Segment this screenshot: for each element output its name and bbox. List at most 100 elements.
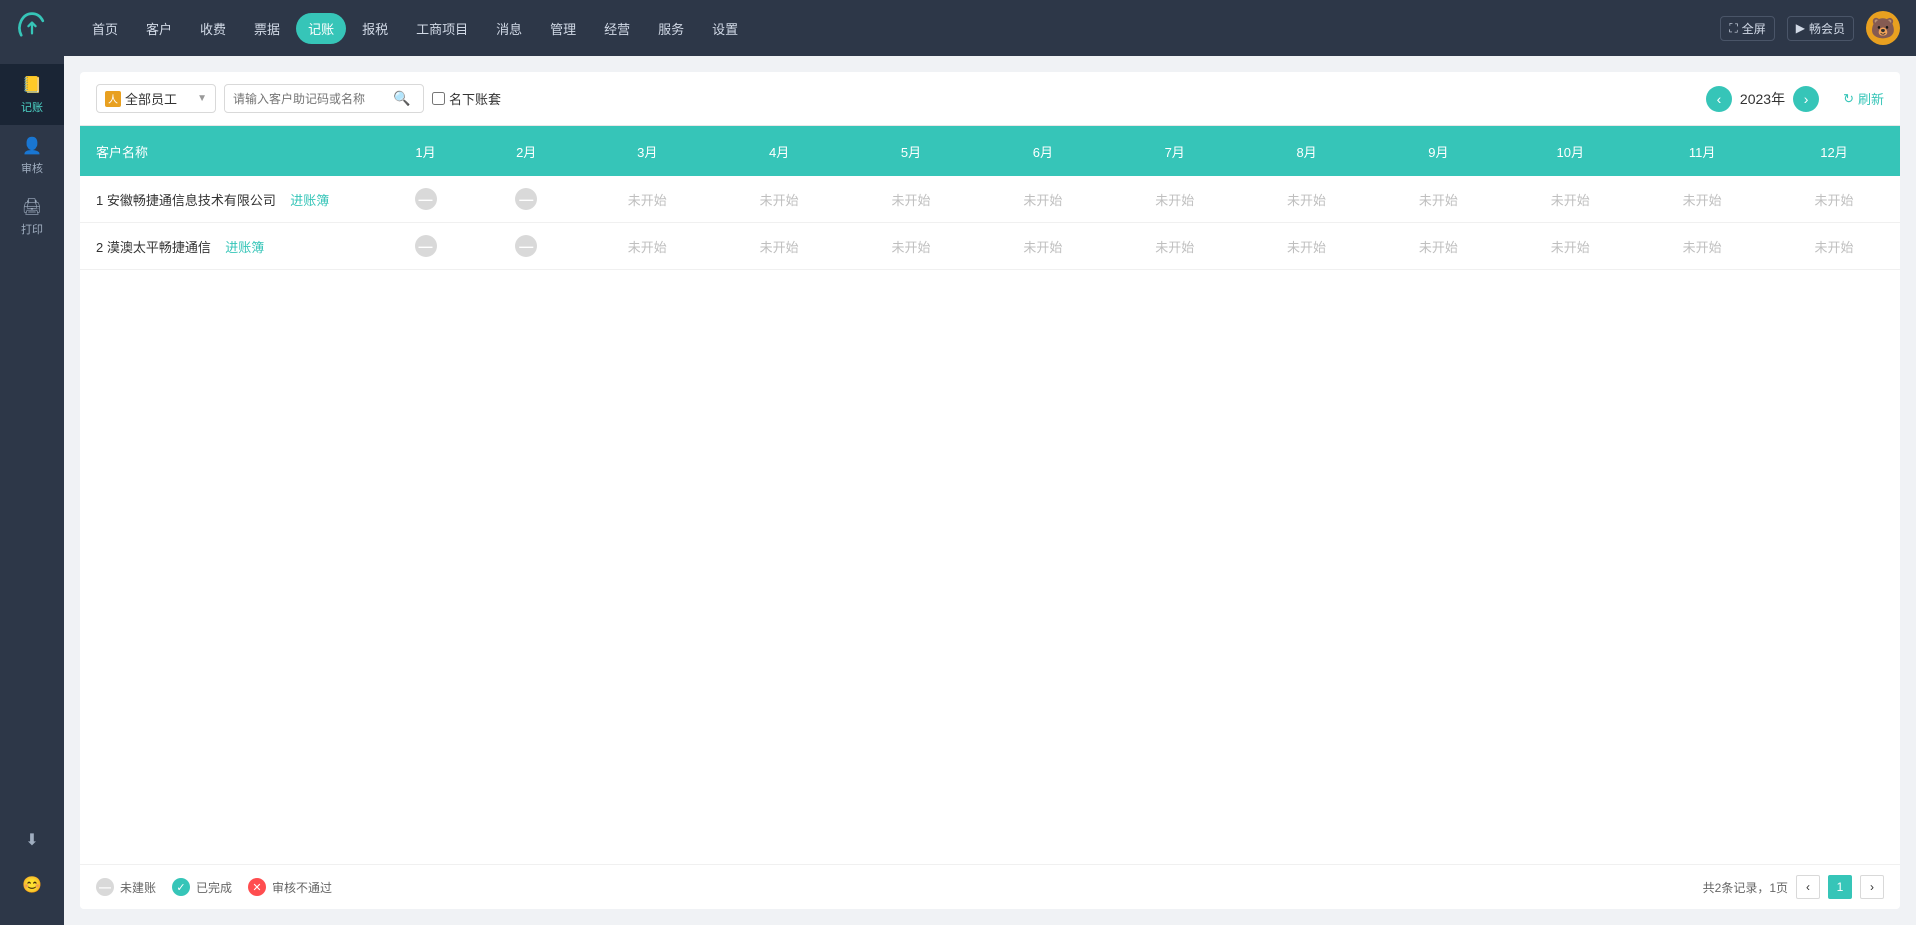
logo <box>0 0 64 56</box>
prev-year-button[interactable]: ‹ <box>1706 86 1732 112</box>
client-name: 1 安徽畅捷通信息技术有限公司 <box>96 193 276 208</box>
table-row: 2 漠澳太平畅捷通信 进账簿 ——未开始未开始未开始未开始未开始未开始未开始未开… <box>80 223 1900 270</box>
table-row: 1 安徽畅捷通信息技术有限公司 进账簿 ——未开始未开始未开始未开始未开始未开始… <box>80 176 1900 223</box>
fullscreen-button[interactable]: ⛶ 全屏 <box>1720 16 1774 41</box>
my-ledger-label: 名下账套 <box>449 89 501 108</box>
search-input[interactable] <box>225 87 385 111</box>
topbar-item-settings[interactable]: 设置 <box>700 13 750 44</box>
topbar-item-manage[interactable]: 管理 <box>538 13 588 44</box>
status-dash-icon: — <box>415 235 437 257</box>
not-started-text: 未开始 <box>1815 193 1854 208</box>
topbar-item-service[interactable]: 服务 <box>646 13 696 44</box>
legend-not-started: — 未建账 <box>96 878 156 896</box>
member-label: 畅会员 <box>1809 20 1845 37</box>
col-sep: 9月 <box>1372 126 1504 176</box>
legend-rejected: ✕ 审核不通过 <box>248 878 332 896</box>
enter-ledger-link[interactable]: 进账簿 <box>290 193 329 208</box>
not-started-text: 未开始 <box>1287 240 1326 255</box>
legend-completed: ✓ 已完成 <box>172 878 232 896</box>
status-dash-icon: — <box>515 235 537 257</box>
enter-ledger-link[interactable]: 进账簿 <box>225 240 264 255</box>
month-cell-1: — <box>380 176 471 223</box>
sidebar-item-print[interactable]: 🖨 打印 <box>0 186 64 247</box>
total-text: 共2条记录，1页 <box>1703 879 1788 896</box>
topbar-item-invoice[interactable]: 票据 <box>242 13 292 44</box>
topbar-nav: 首页 客户 收费 票据 记账 报税 工商项目 消息 管理 经营 服务 设置 <box>80 13 1720 44</box>
month-cell-3: 未开始 <box>581 223 713 270</box>
topbar-item-fee[interactable]: 收费 <box>188 13 238 44</box>
not-started-text: 未开始 <box>1683 193 1722 208</box>
table-header-row: 客户名称 1月 2月 3月 4月 5月 6月 7月 8月 9月 <box>80 126 1900 176</box>
x-icon: ✕ <box>248 878 266 896</box>
month-cell-6: 未开始 <box>977 176 1109 223</box>
sidebar-bottom: ⬇ 😊 <box>0 819 64 925</box>
col-may: 5月 <box>845 126 977 176</box>
month-cell-3: 未开始 <box>581 176 713 223</box>
ledger-icon: 📒 <box>21 74 43 96</box>
legend-completed-label: 已完成 <box>196 879 232 896</box>
col-aug: 8月 <box>1241 126 1373 176</box>
next-page-button[interactable]: › <box>1860 875 1884 899</box>
my-ledger-checkbox[interactable] <box>432 92 445 105</box>
employee-icon: 人 <box>105 91 121 107</box>
sidebar-item-ledger[interactable]: 📒 记账 <box>0 64 64 125</box>
current-month-circle: 2月 <box>511 136 541 166</box>
topbar-item-ledger[interactable]: 记账 <box>296 13 346 44</box>
avatar[interactable]: 🐻 <box>1866 11 1900 45</box>
sidebar-item-support[interactable]: 😊 <box>0 864 64 909</box>
support-icon: 😊 <box>21 874 43 896</box>
sidebar-nav-group: 📒 记账 👤 审核 🖨 打印 <box>0 64 64 247</box>
year-label: 2023年 <box>1740 89 1785 109</box>
topbar: 首页 客户 收费 票据 记账 报税 工商项目 消息 管理 经营 服务 设置 ⛶ … <box>64 0 1916 56</box>
month-cell-5: 未开始 <box>845 176 977 223</box>
topbar-item-message[interactable]: 消息 <box>484 13 534 44</box>
month-cell-9: 未开始 <box>1372 223 1504 270</box>
col-name: 客户名称 <box>80 126 380 176</box>
footer: — 未建账 ✓ 已完成 ✕ 审核不通过 共2条记录，1页 ‹ 1 › <box>80 864 1900 909</box>
not-started-text: 未开始 <box>760 193 799 208</box>
month-cell-10: 未开始 <box>1504 223 1636 270</box>
col-feb: 2月 <box>471 126 581 176</box>
download-icon: ⬇ <box>21 829 43 851</box>
chevron-down-icon: ▼ <box>197 93 207 104</box>
search-wrap: 🔍 <box>224 84 424 113</box>
topbar-item-operation[interactable]: 经营 <box>592 13 642 44</box>
topbar-item-biz[interactable]: 工商项目 <box>404 13 480 44</box>
topbar-right: ⛶ 全屏 ▶ 畅会员 🐻 <box>1720 11 1900 45</box>
month-cell-12: 未开始 <box>1768 223 1900 270</box>
sidebar: 📒 记账 👤 审核 🖨 打印 ⬇ 😊 <box>0 0 64 925</box>
legend-not-started-label: 未建账 <box>120 879 156 896</box>
dash-icon: — <box>96 878 114 896</box>
topbar-item-tax[interactable]: 报税 <box>350 13 400 44</box>
refresh-button[interactable]: ↻ 刷新 <box>1843 89 1884 108</box>
month-cell-2: — <box>471 176 581 223</box>
not-started-text: 未开始 <box>1551 240 1590 255</box>
client-name: 2 漠澳太平畅捷通信 <box>96 240 211 255</box>
ledger-table: 客户名称 1月 2月 3月 4月 5月 6月 7月 8月 9月 <box>80 126 1900 270</box>
employee-label: 全部员工 <box>125 89 193 108</box>
sidebar-item-audit[interactable]: 👤 审核 <box>0 125 64 186</box>
my-ledger-checkbox-wrap[interactable]: 名下账套 <box>432 89 501 108</box>
member-button[interactable]: ▶ 畅会员 <box>1787 16 1854 41</box>
month-cell-1: — <box>380 223 471 270</box>
col-dec: 12月 <box>1768 126 1900 176</box>
month-cell-8: 未开始 <box>1241 176 1373 223</box>
prev-page-button[interactable]: ‹ <box>1796 875 1820 899</box>
month-cell-9: 未开始 <box>1372 176 1504 223</box>
next-year-button[interactable]: › <box>1793 86 1819 112</box>
refresh-icon: ↻ <box>1843 91 1854 107</box>
search-button[interactable]: 🔍 <box>385 85 418 112</box>
sidebar-item-download[interactable]: ⬇ <box>0 819 64 864</box>
toolbar: 人 全部员工 ▼ 🔍 名下账套 ‹ 2023年 › <box>80 72 1900 126</box>
topbar-item-client[interactable]: 客户 <box>134 13 184 44</box>
page-1-button[interactable]: 1 <box>1828 875 1852 899</box>
month-cell-11: 未开始 <box>1636 223 1768 270</box>
print-icon: 🖨 <box>21 196 43 218</box>
topbar-item-home[interactable]: 首页 <box>80 13 130 44</box>
not-started-text: 未开始 <box>1023 240 1062 255</box>
fullscreen-label: 全屏 <box>1742 20 1766 37</box>
employee-select[interactable]: 人 全部员工 ▼ <box>96 84 216 113</box>
not-started-text: 未开始 <box>760 240 799 255</box>
status-dash-icon: — <box>515 188 537 210</box>
client-name-cell: 1 安徽畅捷通信息技术有限公司 进账簿 <box>80 176 380 223</box>
